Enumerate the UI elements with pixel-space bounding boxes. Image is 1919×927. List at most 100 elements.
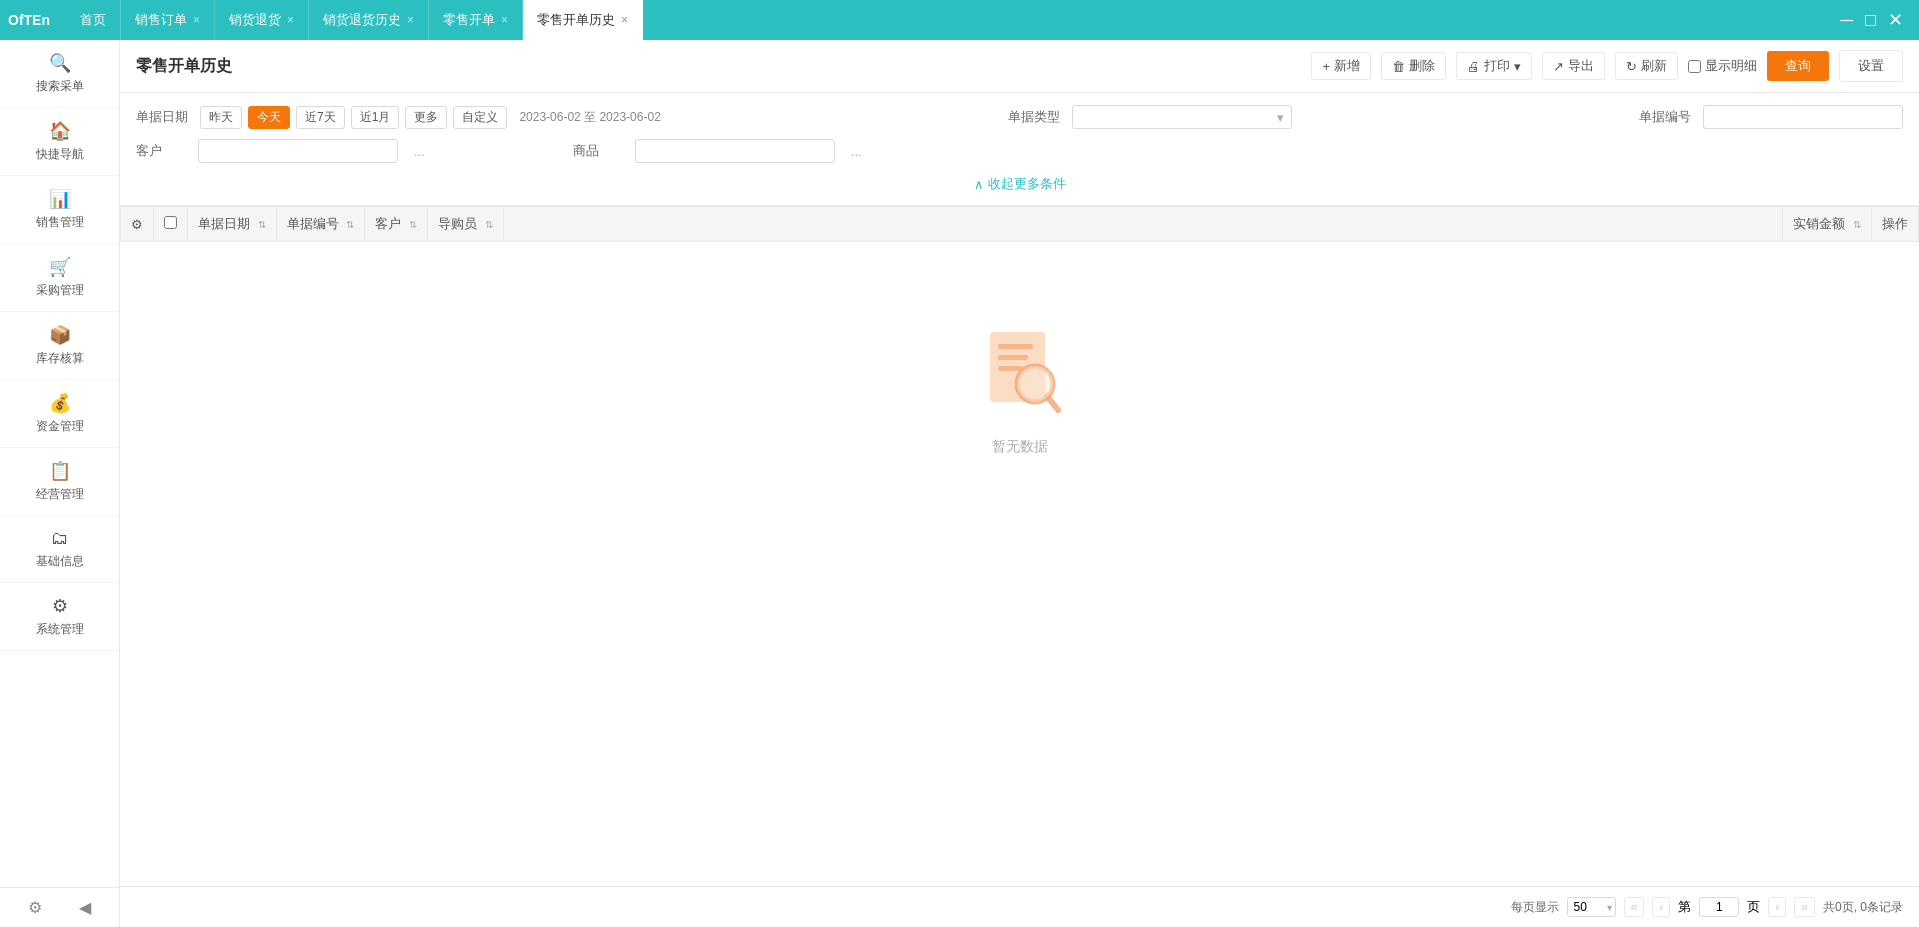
collapse-button[interactable]: ∧ 收起更多条件: [974, 175, 1066, 193]
page-input[interactable]: [1699, 897, 1739, 917]
col-customer[interactable]: 客户 ⇅: [365, 207, 428, 242]
doc-type-select-wrapper: [1072, 105, 1292, 129]
customer-input[interactable]: [198, 139, 398, 163]
select-all-checkbox[interactable]: [164, 216, 177, 229]
sidebar-item-search[interactable]: 🔍 搜索采单: [0, 40, 119, 108]
display-detail-checkbox[interactable]: [1688, 60, 1701, 73]
close-icon[interactable]: ✕: [1888, 9, 1903, 31]
sidebar-item-purchase[interactable]: 🛒 采购管理: [0, 244, 119, 312]
tab-close-sales-return-history[interactable]: ×: [407, 13, 414, 27]
filter-row-1: 单据日期 昨天 今天 近7天 近1月 更多 自定义 2023-06-02 至 2…: [136, 105, 1903, 129]
toolbar: + 新增 🗑 删除 🖨 打印 ▾ ↗ 导出 ↻ 刷新: [1311, 50, 1903, 82]
per-page-select[interactable]: 20 50 100 200: [1567, 897, 1616, 917]
prev-page-button[interactable]: ‹: [1652, 897, 1670, 917]
last-page-button[interactable]: »: [1794, 897, 1815, 917]
sidebar-item-quick-nav[interactable]: 🏠 快捷导航: [0, 108, 119, 176]
tab-close-sales-order[interactable]: ×: [193, 13, 200, 27]
per-page-label: 每页显示: [1511, 899, 1559, 916]
col-spacer: [503, 207, 1783, 242]
sidebar-item-operations[interactable]: 📋 经营管理: [0, 448, 119, 516]
col-salesperson-sort: ⇅: [485, 219, 493, 230]
date-custom[interactable]: 自定义: [453, 106, 507, 129]
date-last-month[interactable]: 近1月: [351, 106, 400, 129]
sidebar-icon-search: 🔍: [49, 52, 71, 74]
doc-type-select[interactable]: [1072, 105, 1292, 129]
tab-close-sales-return[interactable]: ×: [287, 13, 294, 27]
sidebar-bottom: ⚙ ◀: [0, 887, 119, 927]
refresh-icon: ↻: [1626, 59, 1637, 74]
tab-home[interactable]: 首页: [66, 0, 121, 40]
sidebar-icon-finance: 💰: [49, 392, 71, 414]
add-label: 新增: [1334, 57, 1360, 75]
sidebar-item-basic-info[interactable]: 🗂 基础信息: [0, 516, 119, 583]
col-operation: 操作: [1872, 207, 1919, 242]
next-page-button[interactable]: ›: [1768, 897, 1786, 917]
date-more[interactable]: 更多: [405, 106, 447, 129]
empty-icon: [970, 322, 1070, 422]
table-header-row: ⚙ 单据日期 ⇅ 单据编号 ⇅ 客户: [121, 207, 1919, 242]
col-checkbox[interactable]: [154, 207, 188, 242]
settings-button[interactable]: 设置: [1839, 50, 1903, 82]
sidebar-icon-operations: 📋: [49, 460, 71, 482]
col-doc-no[interactable]: 单据编号 ⇅: [276, 207, 365, 242]
print-dropdown-icon: ▾: [1514, 59, 1521, 74]
main-layout: 🔍 搜索采单 🏠 快捷导航 📊 销售管理 🛒 采购管理 📦 库存核算 💰 资金管…: [0, 40, 1919, 927]
brand-logo: OfTEn: [8, 12, 50, 28]
product-label: 商品: [573, 142, 623, 160]
svg-rect-3: [998, 366, 1023, 371]
print-button[interactable]: 🖨 打印 ▾: [1456, 52, 1532, 80]
sidebar: 🔍 搜索采单 🏠 快捷导航 📊 销售管理 🛒 采购管理 📦 库存核算 💰 资金管…: [0, 40, 120, 927]
date-today[interactable]: 今天: [248, 106, 290, 129]
tab-retail-open[interactable]: 零售开单×: [429, 0, 523, 40]
sidebar-item-inventory[interactable]: 📦 库存核算: [0, 312, 119, 380]
customer-label: 客户: [136, 142, 186, 160]
product-picker-icon[interactable]: ...: [847, 144, 866, 159]
col-actual-amount[interactable]: 实销金额 ⇅: [1783, 207, 1872, 242]
col-actual-amount-sort: ⇅: [1853, 219, 1861, 230]
tab-retail-open-history[interactable]: 零售开单历史×: [523, 0, 643, 40]
col-settings[interactable]: ⚙: [121, 207, 154, 242]
tab-sales-return[interactable]: 销货退货×: [215, 0, 309, 40]
query-button[interactable]: 查询: [1767, 51, 1829, 81]
refresh-label: 刷新: [1641, 57, 1667, 75]
sidebar-label-basic-info: 基础信息: [36, 553, 84, 570]
sidebar-label-finance: 资金管理: [36, 418, 84, 435]
sidebar-collapse-icon[interactable]: ◀: [79, 898, 91, 917]
display-detail-toggle[interactable]: 显示明细: [1688, 57, 1757, 75]
tab-close-retail-open[interactable]: ×: [501, 13, 508, 27]
sidebar-icon-basic-info: 🗂: [51, 528, 69, 549]
date-last7[interactable]: 近7天: [296, 106, 345, 129]
col-doc-date[interactable]: 单据日期 ⇅: [188, 207, 277, 242]
sidebar-item-sales[interactable]: 📊 销售管理: [0, 176, 119, 244]
customer-picker-icon[interactable]: ...: [410, 144, 429, 159]
tab-close-retail-open-history[interactable]: ×: [621, 13, 628, 27]
total-info: 共0页, 0条记录: [1823, 899, 1903, 916]
export-label: 导出: [1568, 57, 1594, 75]
minimize-icon[interactable]: ─: [1840, 10, 1853, 31]
collapse-icon: ∧: [974, 177, 984, 192]
sidebar-item-system[interactable]: ⚙ 系统管理: [0, 583, 119, 651]
table-header: ⚙ 单据日期 ⇅ 单据编号 ⇅ 客户: [121, 207, 1919, 242]
doc-type-label: 单据类型: [1008, 108, 1060, 126]
sidebar-item-finance[interactable]: 💰 资金管理: [0, 380, 119, 448]
export-button[interactable]: ↗ 导出: [1542, 52, 1605, 80]
delete-button[interactable]: 🗑 删除: [1381, 52, 1446, 80]
add-button[interactable]: + 新增: [1311, 52, 1371, 80]
export-icon: ↗: [1553, 59, 1564, 74]
col-actual-amount-label: 实销金额: [1793, 216, 1845, 231]
sidebar-label-operations: 经营管理: [36, 486, 84, 503]
tab-sales-return-history[interactable]: 销货退货历史×: [309, 0, 429, 40]
first-page-button[interactable]: «: [1624, 897, 1645, 917]
refresh-button[interactable]: ↻ 刷新: [1615, 52, 1678, 80]
col-customer-label: 客户: [375, 216, 401, 231]
tab-sales-order[interactable]: 销售订单×: [121, 0, 215, 40]
col-salesperson[interactable]: 导购员 ⇅: [427, 207, 503, 242]
product-input[interactable]: [635, 139, 835, 163]
maximize-icon[interactable]: □: [1865, 10, 1876, 31]
date-yesterday[interactable]: 昨天: [200, 106, 242, 129]
sidebar-icon-quick-nav: 🏠: [49, 120, 71, 142]
sidebar-settings-icon[interactable]: ⚙: [28, 898, 42, 917]
doc-no-input[interactable]: [1703, 105, 1903, 129]
print-icon: 🖨: [1467, 59, 1480, 74]
sidebar-label-quick-nav: 快捷导航: [36, 146, 84, 163]
